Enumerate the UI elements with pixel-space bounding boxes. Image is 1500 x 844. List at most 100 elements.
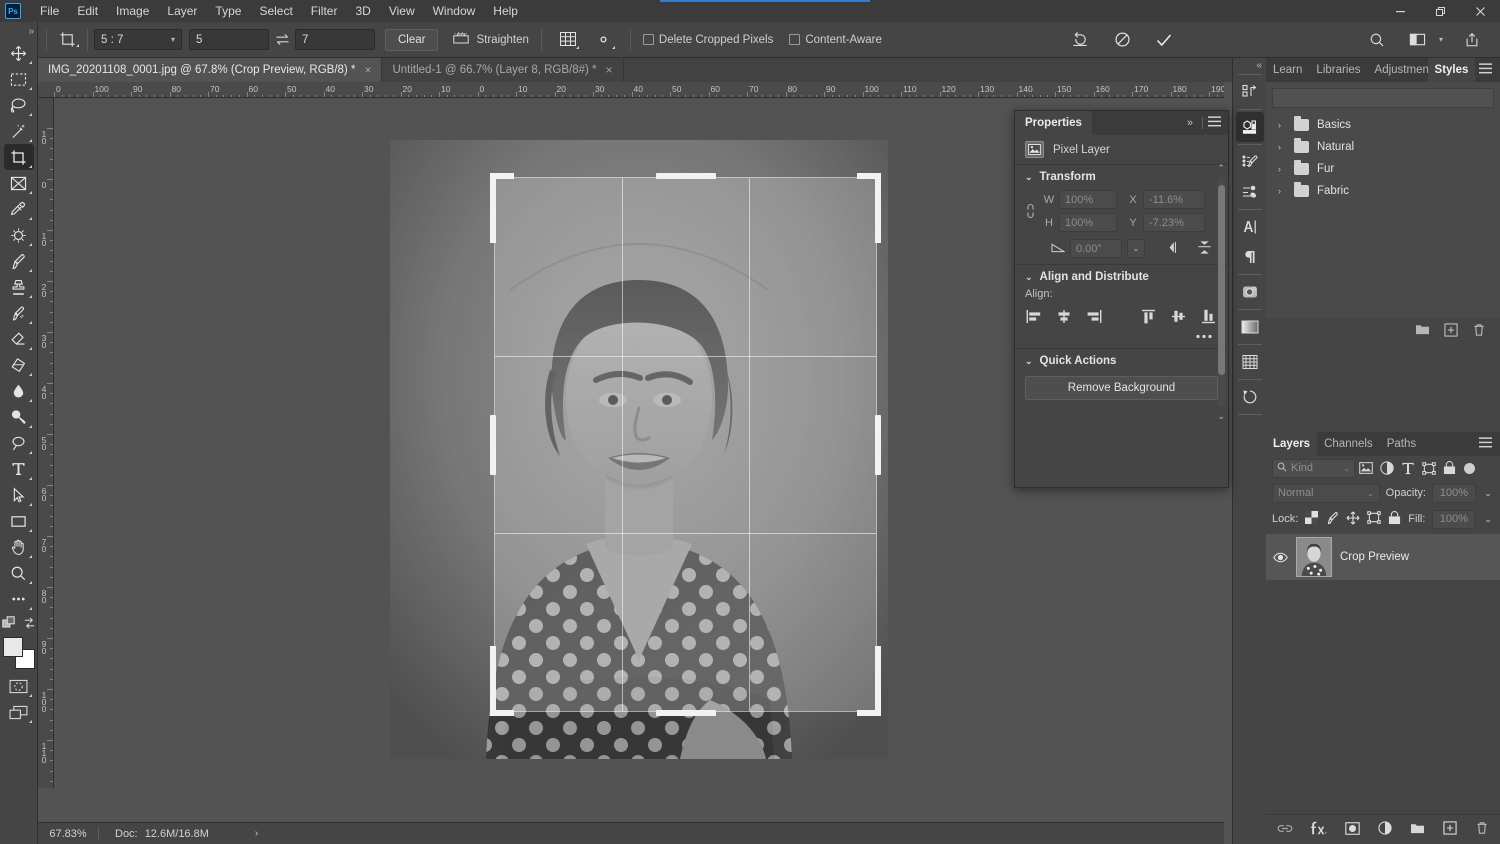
3d-panel-icon[interactable] xyxy=(1235,112,1264,142)
menu-layer[interactable]: Layer xyxy=(158,1,206,21)
crop-handle-middle-right[interactable] xyxy=(875,414,881,475)
crop-handle-middle-left[interactable] xyxy=(490,414,496,475)
crop-handle-top-left-v[interactable] xyxy=(490,173,496,243)
properties-scrollbar-thumb[interactable] xyxy=(1218,185,1225,375)
edit-toolbar-tool[interactable] xyxy=(4,586,34,612)
lock-transparent-pixels-icon[interactable] xyxy=(1305,511,1319,527)
crop-height-input[interactable]: 7 xyxy=(295,29,375,50)
reset-icon[interactable] xyxy=(1066,28,1094,52)
menu-file[interactable]: File xyxy=(31,1,68,21)
spot-healing-tool[interactable] xyxy=(4,222,34,248)
search-icon[interactable] xyxy=(1363,28,1391,52)
crop-handle-bottom-left-v[interactable] xyxy=(490,646,496,716)
collapse-panels-icon[interactable]: « xyxy=(1233,58,1266,72)
align-center-horizontal-icon[interactable] xyxy=(1055,306,1072,326)
align-left-icon[interactable] xyxy=(1025,306,1042,326)
tab-properties[interactable]: Properties xyxy=(1015,111,1092,135)
gradient-tool[interactable] xyxy=(4,352,34,378)
crop-rectangle[interactable] xyxy=(490,173,881,716)
new-layer-icon[interactable] xyxy=(1443,821,1457,838)
align-right-icon[interactable] xyxy=(1085,306,1102,326)
filter-pixel-icon[interactable] xyxy=(1355,458,1376,478)
color-swatches[interactable] xyxy=(2,637,35,669)
filter-type-icon[interactable] xyxy=(1397,458,1418,478)
clear-button[interactable]: Clear xyxy=(385,28,439,51)
document-tab-1[interactable]: IMG_20201108_0001.jpg @ 67.8% (Crop Prev… xyxy=(38,58,383,82)
flip-horizontal-icon[interactable] xyxy=(1167,241,1184,257)
properties-scroll-down-icon[interactable]: ⌄ xyxy=(1217,411,1225,422)
crop-handle-top-center[interactable] xyxy=(655,173,716,179)
crop-handle-top-right-v[interactable] xyxy=(875,173,881,243)
menu-filter[interactable]: Filter xyxy=(302,1,347,21)
document-canvas[interactable] xyxy=(390,140,888,759)
menu-select[interactable]: Select xyxy=(250,1,301,21)
chevron-down-icon[interactable]: ▾ xyxy=(1434,28,1448,52)
crop-width-input[interactable]: 5 xyxy=(189,29,269,50)
y-input[interactable]: -7.23% xyxy=(1143,213,1205,232)
cancel-icon[interactable] xyxy=(1108,28,1136,52)
table-row[interactable]: Crop Preview xyxy=(1266,534,1500,580)
style-group-natural[interactable]: › Natural xyxy=(1272,136,1494,158)
tab-adjustment[interactable]: Adjustment xyxy=(1368,58,1428,82)
opacity-input[interactable]: 100% xyxy=(1432,483,1476,503)
screen-mode-icon[interactable] xyxy=(4,699,34,725)
menu-view[interactable]: View xyxy=(380,1,424,21)
tab-channels[interactable]: Channels xyxy=(1317,432,1380,456)
expand-chevrons-icon[interactable]: » xyxy=(1183,117,1197,129)
restore-icon[interactable] xyxy=(1420,0,1460,22)
delete-layer-icon[interactable] xyxy=(1475,821,1489,838)
frame-tool[interactable] xyxy=(4,170,34,196)
properties-scrollbar[interactable] xyxy=(1218,177,1225,407)
filter-smart-object-icon[interactable] xyxy=(1439,458,1460,478)
lock-image-pixels-icon[interactable] xyxy=(1325,511,1339,528)
filter-shape-icon[interactable] xyxy=(1418,458,1439,478)
share-icon[interactable] xyxy=(1458,28,1486,52)
style-group-fabric[interactable]: › Fabric xyxy=(1272,180,1494,202)
layer-style-fx-icon[interactable] xyxy=(1311,821,1327,838)
grid-overlay-icon[interactable] xyxy=(554,28,582,52)
content-aware-checkbox[interactable]: Content-Aware xyxy=(789,34,882,46)
delete-cropped-pixels-checkbox[interactable]: Delete Cropped Pixels xyxy=(642,34,773,46)
straighten-button[interactable]: Straighten xyxy=(452,31,529,49)
filter-adjustment-icon[interactable] xyxy=(1376,458,1397,478)
type-tool[interactable] xyxy=(4,456,34,482)
crop-handle-bottom-center[interactable] xyxy=(655,710,716,716)
panel-menu-icon[interactable] xyxy=(1479,437,1500,451)
align-bottom-icon[interactable] xyxy=(1201,306,1218,326)
lock-all-icon[interactable] xyxy=(1388,510,1401,528)
tab-libraries[interactable]: Libraries xyxy=(1309,58,1367,82)
blur-tool[interactable] xyxy=(4,378,34,404)
adjustment-layer-icon[interactable] xyxy=(1378,821,1392,838)
style-group-fur[interactable]: › Fur xyxy=(1272,158,1494,180)
crop-handle-bottom-right-v[interactable] xyxy=(875,646,881,716)
character-panel-icon[interactable] xyxy=(1236,212,1264,242)
width-input[interactable]: 100% xyxy=(1059,190,1117,209)
move-tool[interactable] xyxy=(4,40,34,66)
lock-position-icon[interactable] xyxy=(1346,511,1360,528)
minimize-icon[interactable] xyxy=(1380,0,1420,22)
eraser-tool[interactable] xyxy=(4,326,34,352)
rectangle-tool[interactable] xyxy=(4,508,34,534)
tab-styles[interactable]: Styles xyxy=(1427,58,1476,82)
brush-tool[interactable] xyxy=(4,248,34,274)
patterns-panel-icon[interactable] xyxy=(1236,347,1264,377)
quick-actions-header[interactable]: ⌄ Quick Actions xyxy=(1015,349,1228,372)
styles-search-input[interactable] xyxy=(1272,88,1494,108)
path-selection-tool[interactable] xyxy=(4,482,34,508)
gear-icon[interactable] xyxy=(590,28,618,52)
tab-learn[interactable]: Learn xyxy=(1266,58,1309,82)
brushes-panel-icon[interactable] xyxy=(1236,177,1264,207)
foreground-color-swatch[interactable] xyxy=(2,637,23,657)
zoom-level[interactable]: 67.83% xyxy=(38,828,98,840)
new-group-icon[interactable] xyxy=(1415,323,1430,339)
brush-settings-icon[interactable] xyxy=(1236,147,1264,177)
menu-edit[interactable]: Edit xyxy=(68,1,107,21)
zoom-tool[interactable] xyxy=(4,560,34,586)
style-group-basics[interactable]: › Basics xyxy=(1272,114,1494,136)
history-panel-icon[interactable] xyxy=(1236,77,1264,107)
remove-background-button[interactable]: Remove Background xyxy=(1025,376,1218,400)
align-section-header[interactable]: ⌄ Align and Distribute xyxy=(1015,265,1228,288)
hand-tool[interactable] xyxy=(4,534,34,560)
gradients-panel-icon[interactable] xyxy=(1236,312,1264,342)
menu-type[interactable]: Type xyxy=(206,1,250,21)
